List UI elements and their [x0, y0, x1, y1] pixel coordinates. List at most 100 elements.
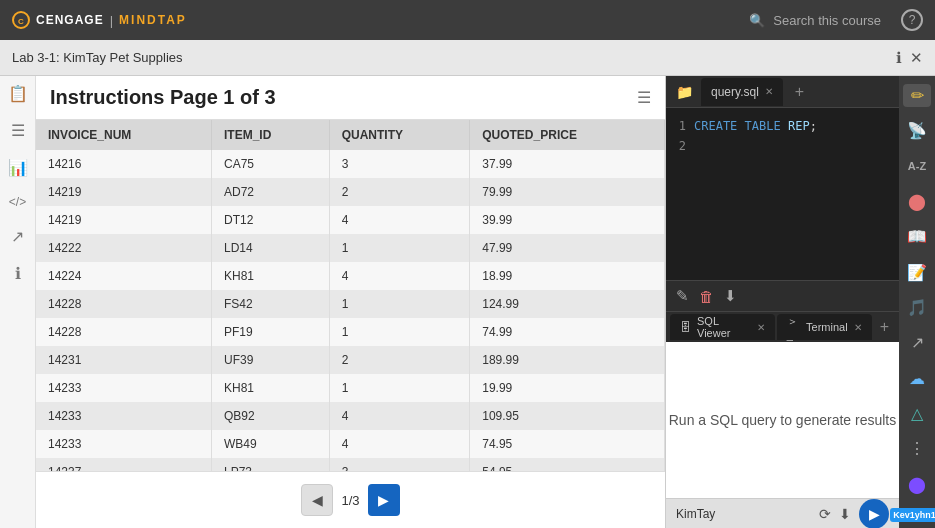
search-placeholder-text[interactable]: Search this course — [773, 13, 881, 28]
b-icon[interactable]: ⬤ — [903, 190, 931, 213]
cell-2-1: DT12 — [211, 206, 329, 234]
logo-area: C CENGAGE | MINDTAP — [12, 11, 749, 29]
status-bar: KimTay ⟳ ⬇ ▶ — [666, 498, 899, 528]
cell-9-0: 14233 — [36, 402, 211, 430]
add-bottom-tab-button[interactable]: + — [874, 318, 895, 336]
cell-6-0: 14228 — [36, 318, 211, 346]
query-sql-tab[interactable]: query.sql ✕ — [701, 78, 783, 106]
history-icon[interactable]: ⟳ — [819, 506, 831, 522]
share2-icon[interactable]: ↗ — [11, 227, 24, 246]
lab-title: Lab 3-1: KimTay Pet Supplies — [12, 50, 183, 65]
tab-close-icon[interactable]: ✕ — [765, 86, 773, 97]
next-page-button[interactable]: ▶ — [368, 484, 400, 516]
save-icon[interactable]: ⬇ — [839, 506, 851, 522]
cell-11-1: LP73 — [211, 458, 329, 471]
cell-4-3: 18.99 — [470, 262, 665, 290]
prev-page-button[interactable]: ◀ — [301, 484, 333, 516]
cell-3-1: LD14 — [211, 234, 329, 262]
user-badge: Kev1yhn16 — [890, 508, 935, 522]
table-row: 14233KH81119.99 — [36, 374, 665, 402]
cell-0-2: 3 — [329, 150, 470, 178]
cell-11-3: 54.95 — [470, 458, 665, 471]
table-container: INVOICE_NUM ITEM_ID QUANTITY QUOTED_PRIC… — [36, 120, 665, 471]
code-icon[interactable]: </> — [9, 195, 26, 209]
cell-9-2: 4 — [329, 402, 470, 430]
cell-2-2: 4 — [329, 206, 470, 234]
terminal-label: Terminal — [806, 321, 848, 333]
chart-icon[interactable]: 📊 — [8, 158, 28, 177]
cell-2-0: 14219 — [36, 206, 211, 234]
rss-icon[interactable]: 📡 — [903, 119, 931, 142]
left-sidebar: 📋 ☰ 📊 </> ↗ ℹ — [0, 76, 36, 528]
cloud-icon[interactable]: ☁ — [903, 367, 931, 390]
edit-icon[interactable]: ✎ — [676, 287, 689, 305]
main-content: 📋 ☰ 📊 </> ↗ ℹ Instructions Page 1 of 3 ☰… — [0, 76, 935, 528]
notes-icon[interactable]: 📝 — [903, 261, 931, 284]
cell-3-3: 47.99 — [470, 234, 665, 262]
code-editor[interactable]: 1 CREATE TABLE REP; 2 — [666, 108, 899, 280]
menu-icon[interactable]: ☰ — [637, 88, 651, 107]
cell-4-2: 4 — [329, 262, 470, 290]
status-right: ⟳ ⬇ ▶ — [819, 499, 889, 529]
run-button[interactable]: ▶ — [859, 499, 889, 529]
help-icon[interactable]: ? — [901, 9, 923, 31]
sql-viewer-tab[interactable]: 🗄 SQL Viewer ✕ — [670, 314, 775, 340]
instructions-panel: Instructions Page 1 of 3 ☰ INVOICE_NUM I… — [36, 76, 666, 528]
cell-7-2: 2 — [329, 346, 470, 374]
cell-1-1: AD72 — [211, 178, 329, 206]
cell-5-1: FS42 — [211, 290, 329, 318]
cell-2-3: 39.99 — [470, 206, 665, 234]
cell-9-1: QB92 — [211, 402, 329, 430]
editor-toolbar: ✎ 🗑 ⬇ — [666, 280, 899, 312]
line-number-1: 1 — [666, 119, 694, 133]
share-icon[interactable]: ↗ — [903, 331, 931, 354]
cell-8-1: KH81 — [211, 374, 329, 402]
table-row: 14233QB924109.95 — [36, 402, 665, 430]
cell-1-3: 79.99 — [470, 178, 665, 206]
cell-11-0: 14237 — [36, 458, 211, 471]
book2-icon[interactable]: 📋 — [8, 84, 28, 103]
gdrive-icon[interactable]: △ — [903, 402, 931, 425]
cell-1-2: 2 — [329, 178, 470, 206]
download-icon[interactable]: ⬇ — [724, 287, 737, 305]
close-icon[interactable]: ✕ — [910, 49, 923, 67]
table-row: 14219DT12439.99 — [36, 206, 665, 234]
pencil-icon[interactable]: ✏ — [903, 84, 931, 107]
results-placeholder: Run a SQL query to generate results — [669, 412, 897, 428]
table-header: INVOICE_NUM ITEM_ID QUANTITY QUOTED_PRIC… — [36, 120, 665, 150]
data-table: INVOICE_NUM ITEM_ID QUANTITY QUOTED_PRIC… — [36, 120, 665, 471]
cell-6-3: 74.99 — [470, 318, 665, 346]
cell-4-0: 14224 — [36, 262, 211, 290]
table-row: 14224KH81418.99 — [36, 262, 665, 290]
terminal-tab[interactable]: ＞_ Terminal ✕ — [777, 314, 872, 340]
cell-9-3: 109.95 — [470, 402, 665, 430]
table-row: 14233WB49474.95 — [36, 430, 665, 458]
cell-3-2: 1 — [329, 234, 470, 262]
col-invoice-num: INVOICE_NUM — [36, 120, 211, 150]
line-number-2: 2 — [666, 139, 694, 153]
cell-7-1: UF39 — [211, 346, 329, 374]
sql-viewer-close[interactable]: ✕ — [757, 322, 765, 333]
az-icon[interactable]: A-Z — [903, 155, 931, 178]
right-sidebar: ✏ 📡 A-Z ⬤ 📖 📝 🎵 ↗ ☁ △ ⋮ ⬤ Kev1yhn16 — [899, 76, 935, 528]
audio-icon[interactable]: 🎵 — [903, 296, 931, 319]
table-row: 14219AD72279.99 — [36, 178, 665, 206]
cell-1-0: 14219 — [36, 178, 211, 206]
delete-icon[interactable]: 🗑 — [699, 288, 714, 305]
cell-10-2: 4 — [329, 430, 470, 458]
list-icon[interactable]: ☰ — [11, 121, 25, 140]
folder-icon[interactable]: 📁 — [670, 84, 699, 100]
cell-6-2: 1 — [329, 318, 470, 346]
tab-label: query.sql — [711, 85, 759, 99]
add-tab-button[interactable]: + — [789, 83, 810, 101]
search-icon: 🔍 — [749, 13, 765, 28]
book-icon[interactable]: 📖 — [903, 225, 931, 248]
col-quantity: QUANTITY — [329, 120, 470, 150]
info-icon[interactable]: ℹ — [896, 49, 902, 67]
menu2-icon[interactable]: ⋮ — [903, 437, 931, 460]
terminal-close[interactable]: ✕ — [854, 322, 862, 333]
info2-icon[interactable]: ℹ — [15, 264, 21, 283]
circle-icon[interactable]: ⬤ — [903, 473, 931, 496]
table-row: 14222LD14147.99 — [36, 234, 665, 262]
cell-11-2: 3 — [329, 458, 470, 471]
